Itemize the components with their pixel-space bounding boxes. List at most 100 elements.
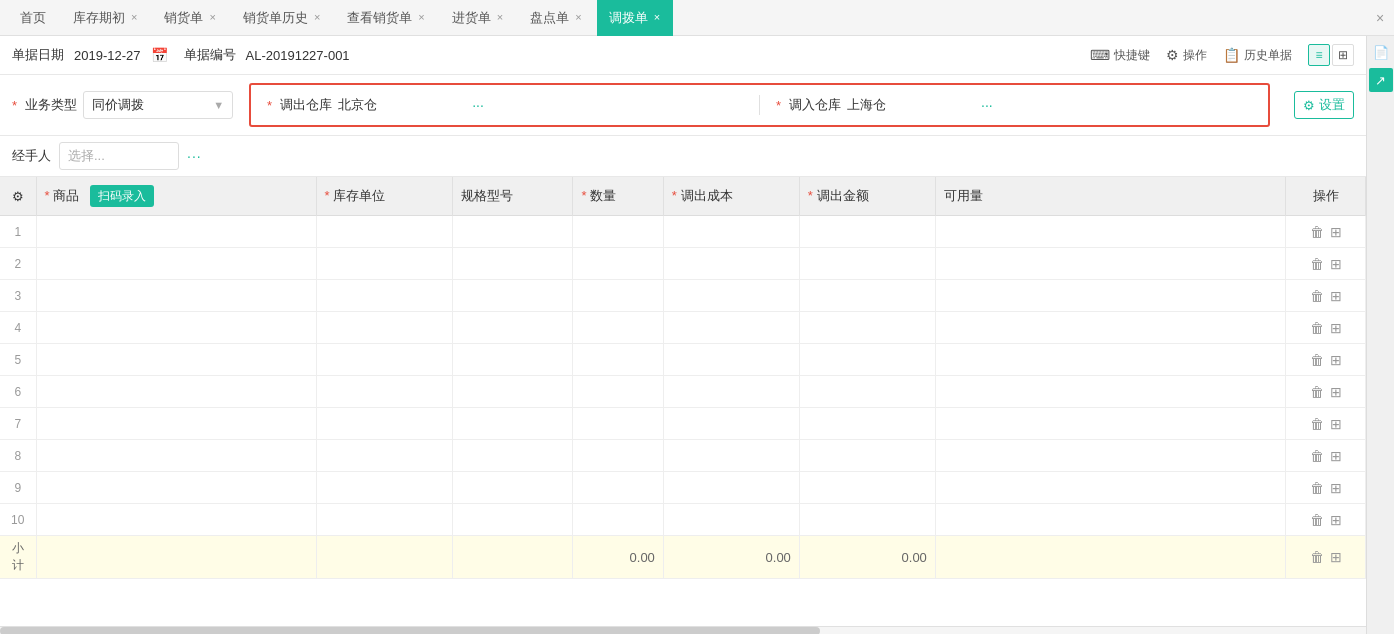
row-product[interactable]: [36, 344, 316, 376]
row-transfer-amount[interactable]: [799, 440, 935, 472]
row-quantity[interactable]: [573, 248, 663, 280]
row-transfer-cost[interactable]: [663, 344, 799, 376]
row-quantity[interactable]: [573, 472, 663, 504]
row-product[interactable]: [36, 248, 316, 280]
tab-inventory-init[interactable]: 库存期初 ×: [61, 0, 150, 36]
row-spec[interactable]: [452, 376, 573, 408]
row-available[interactable]: [935, 312, 1285, 344]
tab-sales-history[interactable]: 销货单历史 ×: [231, 0, 333, 36]
tab-view-sales[interactable]: 查看销货单 ×: [335, 0, 437, 36]
tab-transfer-order[interactable]: 调拨单 ×: [597, 0, 673, 36]
row-copy-icon[interactable]: ⊞: [1330, 384, 1342, 400]
scan-entry-button[interactable]: 扫码录入: [90, 185, 154, 207]
row-copy-icon[interactable]: ⊞: [1330, 352, 1342, 368]
row-product[interactable]: [36, 216, 316, 248]
row-unit[interactable]: [316, 280, 452, 312]
tab-home[interactable]: 首页: [8, 0, 59, 36]
calendar-icon[interactable]: 📅: [151, 47, 168, 63]
row-transfer-amount[interactable]: [799, 216, 935, 248]
col-settings[interactable]: ⚙: [0, 177, 36, 216]
row-unit[interactable]: [316, 248, 452, 280]
operator-input[interactable]: 选择...: [59, 142, 179, 170]
row-delete-icon[interactable]: 🗑: [1310, 512, 1324, 528]
row-transfer-cost[interactable]: [663, 312, 799, 344]
row-delete-icon[interactable]: 🗑: [1310, 448, 1324, 464]
row-product[interactable]: [36, 440, 316, 472]
row-delete-icon[interactable]: 🗑: [1310, 384, 1324, 400]
row-delete-icon[interactable]: 🗑: [1310, 320, 1324, 336]
row-product[interactable]: [36, 280, 316, 312]
operation-button[interactable]: ⚙ 操作: [1166, 47, 1207, 64]
row-transfer-cost[interactable]: [663, 280, 799, 312]
row-copy-icon[interactable]: ⊞: [1330, 448, 1342, 464]
subtotal-copy-icon[interactable]: ⊞: [1330, 549, 1342, 565]
row-available[interactable]: [935, 472, 1285, 504]
row-spec[interactable]: [452, 344, 573, 376]
row-spec[interactable]: [452, 440, 573, 472]
row-quantity[interactable]: [573, 344, 663, 376]
row-unit[interactable]: [316, 376, 452, 408]
tab-view-sales-close[interactable]: ×: [418, 12, 424, 23]
row-transfer-cost[interactable]: [663, 408, 799, 440]
row-unit[interactable]: [316, 504, 452, 536]
row-product[interactable]: [36, 408, 316, 440]
row-transfer-amount[interactable]: [799, 344, 935, 376]
row-delete-icon[interactable]: 🗑: [1310, 256, 1324, 272]
row-spec[interactable]: [452, 408, 573, 440]
row-transfer-cost[interactable]: [663, 248, 799, 280]
row-available[interactable]: [935, 408, 1285, 440]
row-spec[interactable]: [452, 312, 573, 344]
row-copy-icon[interactable]: ⊞: [1330, 320, 1342, 336]
row-spec[interactable]: [452, 472, 573, 504]
layout-list-btn[interactable]: ≡: [1308, 44, 1330, 66]
tab-sales-order-close[interactable]: ×: [209, 12, 215, 23]
global-close-button[interactable]: ×: [1366, 6, 1394, 30]
row-product[interactable]: [36, 472, 316, 504]
row-copy-icon[interactable]: ⊞: [1330, 416, 1342, 432]
row-copy-icon[interactable]: ⊞: [1330, 256, 1342, 272]
row-transfer-cost[interactable]: [663, 376, 799, 408]
row-quantity[interactable]: [573, 440, 663, 472]
tab-inventory-count-close[interactable]: ×: [575, 12, 581, 23]
row-transfer-amount[interactable]: [799, 408, 935, 440]
business-type-input[interactable]: 同价调拨 ▼: [83, 91, 233, 119]
row-spec[interactable]: [452, 216, 573, 248]
tab-sales-history-close[interactable]: ×: [314, 12, 320, 23]
tab-inventory-init-close[interactable]: ×: [131, 12, 137, 23]
row-available[interactable]: [935, 504, 1285, 536]
subtotal-delete-icon[interactable]: 🗑: [1310, 549, 1324, 565]
row-quantity[interactable]: [573, 280, 663, 312]
row-transfer-amount[interactable]: [799, 248, 935, 280]
row-quantity[interactable]: [573, 312, 663, 344]
row-available[interactable]: [935, 440, 1285, 472]
shortcut-button[interactable]: ⌨ 快捷键: [1090, 47, 1150, 64]
row-copy-icon[interactable]: ⊞: [1330, 480, 1342, 496]
row-available[interactable]: [935, 248, 1285, 280]
row-copy-icon[interactable]: ⊞: [1330, 288, 1342, 304]
row-transfer-amount[interactable]: [799, 312, 935, 344]
tab-transfer-order-close[interactable]: ×: [654, 12, 660, 23]
row-unit[interactable]: [316, 344, 452, 376]
tab-purchase-order-close[interactable]: ×: [497, 12, 503, 23]
row-copy-icon[interactable]: ⊞: [1330, 224, 1342, 240]
row-quantity[interactable]: [573, 504, 663, 536]
row-spec[interactable]: [452, 280, 573, 312]
row-quantity[interactable]: [573, 216, 663, 248]
row-transfer-amount[interactable]: [799, 280, 935, 312]
sidebar-expand-icon[interactable]: ↗: [1369, 68, 1393, 92]
row-delete-icon[interactable]: 🗑: [1310, 480, 1324, 496]
history-button[interactable]: 📋 历史单据: [1223, 47, 1292, 64]
row-product[interactable]: [36, 376, 316, 408]
horizontal-scrollbar[interactable]: [0, 626, 1366, 634]
operator-more-btn[interactable]: ···: [187, 148, 202, 164]
transfer-out-more-btn[interactable]: ···: [472, 97, 484, 113]
row-available[interactable]: [935, 216, 1285, 248]
row-unit[interactable]: [316, 440, 452, 472]
row-transfer-cost[interactable]: [663, 440, 799, 472]
row-transfer-amount[interactable]: [799, 376, 935, 408]
row-delete-icon[interactable]: 🗑: [1310, 224, 1324, 240]
settings-button[interactable]: ⚙ 设置: [1294, 91, 1354, 119]
row-unit[interactable]: [316, 312, 452, 344]
row-transfer-amount[interactable]: [799, 472, 935, 504]
tab-purchase-order[interactable]: 进货单 ×: [440, 0, 516, 36]
